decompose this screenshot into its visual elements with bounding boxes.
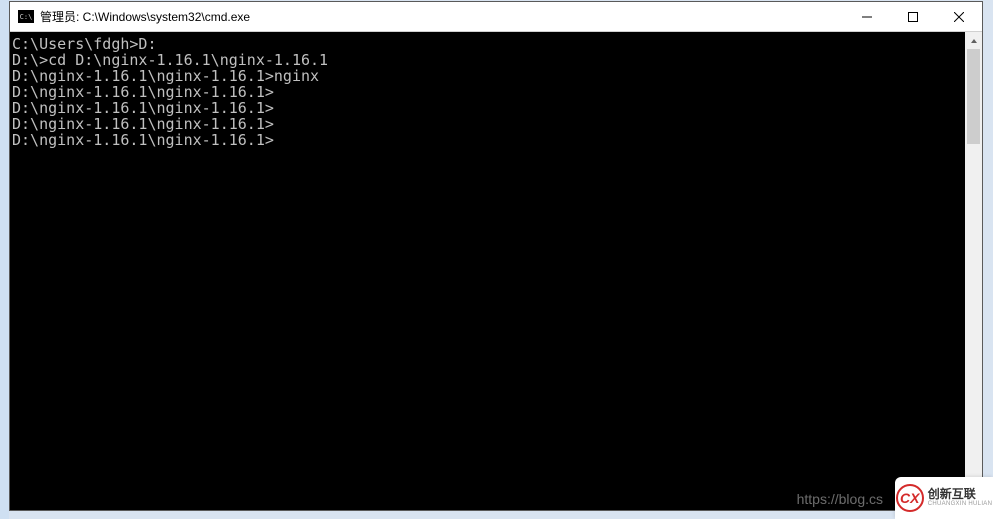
watermark-text: https://blog.cs: [797, 491, 883, 507]
cmd-window: 管理员: C:\Windows\system32\cmd.exe C:\User…: [9, 1, 983, 511]
terminal-line: D:\nginx-1.16.1\nginx-1.16.1>: [12, 132, 965, 148]
logo-en: CHUANGXIN HULIAN: [928, 501, 992, 508]
terminal-line: D:\nginx-1.16.1\nginx-1.16.1>: [12, 116, 965, 132]
desktop-background-strip: [0, 0, 9, 519]
maximize-icon: [908, 12, 918, 22]
terminal-line: C:\Users\fdgh>D:: [12, 36, 965, 52]
minimize-icon: [862, 12, 872, 22]
terminal-line: D:\>cd D:\nginx-1.16.1\nginx-1.16.1: [12, 52, 965, 68]
terminal-line: D:\nginx-1.16.1\nginx-1.16.1>nginx: [12, 68, 965, 84]
maximize-button[interactable]: [890, 2, 936, 31]
logo-text: 创新互联 CHUANGXIN HULIAN: [928, 488, 992, 508]
logo-cn: 创新互联: [928, 488, 992, 501]
titlebar[interactable]: 管理员: C:\Windows\system32\cmd.exe: [10, 2, 982, 32]
terminal-output[interactable]: C:\Users\fdgh>D:D:\>cd D:\nginx-1.16.1\n…: [10, 32, 965, 510]
window-title: 管理员: C:\Windows\system32\cmd.exe: [40, 8, 844, 25]
terminal-line: D:\nginx-1.16.1\nginx-1.16.1>: [12, 84, 965, 100]
logo-badge: CX 创新互联 CHUANGXIN HULIAN: [895, 477, 993, 519]
vertical-scrollbar[interactable]: [965, 32, 982, 510]
scroll-thumb[interactable]: [967, 49, 980, 144]
scroll-up-button[interactable]: [965, 32, 982, 49]
close-button[interactable]: [936, 2, 982, 31]
logo-mark: CX: [896, 484, 924, 512]
close-icon: [954, 12, 964, 22]
minimize-button[interactable]: [844, 2, 890, 31]
terminal-line: D:\nginx-1.16.1\nginx-1.16.1>: [12, 100, 965, 116]
terminal-area: C:\Users\fdgh>D:D:\>cd D:\nginx-1.16.1\n…: [10, 32, 982, 510]
cmd-icon: [18, 10, 34, 23]
chevron-up-icon: [970, 37, 978, 45]
window-controls: [844, 2, 982, 31]
